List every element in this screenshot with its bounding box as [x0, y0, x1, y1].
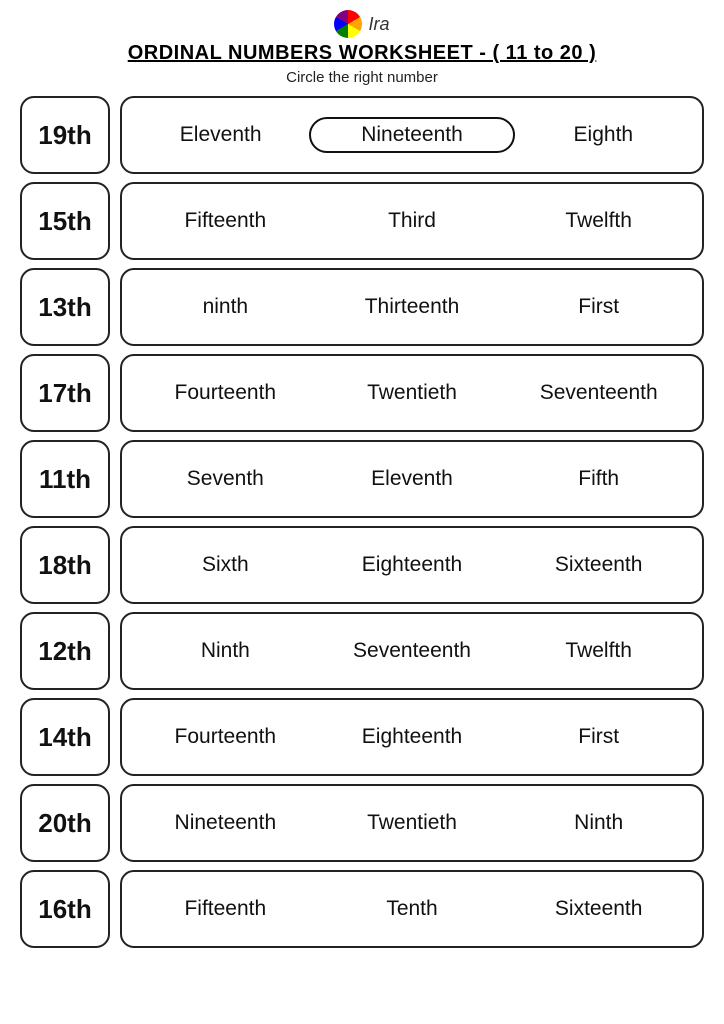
options-box: SeventhEleventhFifth	[120, 440, 704, 518]
options-box: FourteenthEighteenthFirst	[120, 698, 704, 776]
page-title: ORDINAL NUMBERS WORKSHEET - ( 11 to 20 )	[20, 42, 704, 65]
option-2[interactable]: Twelfth	[505, 209, 692, 233]
number-box: 17th	[20, 354, 110, 432]
number-box: 15th	[20, 182, 110, 260]
header: Ira ORDINAL NUMBERS WORKSHEET - ( 11 to …	[20, 10, 704, 86]
option-2[interactable]: First	[505, 295, 692, 319]
logo-area: Ira	[20, 10, 704, 38]
option-0[interactable]: Nineteenth	[132, 811, 319, 835]
option-0[interactable]: Eleventh	[132, 123, 309, 147]
number-box: 14th	[20, 698, 110, 776]
option-0[interactable]: Fourteenth	[132, 381, 319, 405]
option-2[interactable]: First	[505, 725, 692, 749]
option-1[interactable]: Thirteenth	[319, 295, 506, 319]
number-box: 12th	[20, 612, 110, 690]
options-box: SixthEighteenthSixteenth	[120, 526, 704, 604]
number-box: 19th	[20, 96, 110, 174]
option-0[interactable]: Sixth	[132, 553, 319, 577]
options-box: ninthThirteenthFirst	[120, 268, 704, 346]
worksheet-row: 20thNineteenthTwentiethNinth	[20, 784, 704, 862]
option-2[interactable]: Seventeenth	[505, 381, 692, 405]
option-1[interactable]: Twentieth	[319, 811, 506, 835]
option-2[interactable]: Twelfth	[505, 639, 692, 663]
worksheet-row: 13thninthThirteenthFirst	[20, 268, 704, 346]
worksheet: 19thEleventhNineteenthEighth15thFifteent…	[20, 96, 704, 948]
option-1[interactable]: Tenth	[319, 897, 506, 921]
option-2[interactable]: Sixteenth	[505, 553, 692, 577]
worksheet-row: 12thNinthSeventeenthTwelfth	[20, 612, 704, 690]
option-1[interactable]: Eighteenth	[319, 553, 506, 577]
worksheet-row: 15thFifteenthThirdTwelfth	[20, 182, 704, 260]
options-box: FifteenthThirdTwelfth	[120, 182, 704, 260]
number-box: 18th	[20, 526, 110, 604]
number-box: 16th	[20, 870, 110, 948]
worksheet-row: 11thSeventhEleventhFifth	[20, 440, 704, 518]
option-1[interactable]: Nineteenth	[309, 117, 514, 153]
worksheet-row: 19thEleventhNineteenthEighth	[20, 96, 704, 174]
logo-text: Ira	[368, 14, 389, 35]
options-box: FifteenthTenthSixteenth	[120, 870, 704, 948]
number-box: 13th	[20, 268, 110, 346]
worksheet-row: 17thFourteenthTwentiethSeventeenth	[20, 354, 704, 432]
worksheet-row: 14thFourteenthEighteenthFirst	[20, 698, 704, 776]
worksheet-row: 18thSixthEighteenthSixteenth	[20, 526, 704, 604]
number-box: 20th	[20, 784, 110, 862]
options-box: EleventhNineteenthEighth	[120, 96, 704, 174]
option-0[interactable]: Seventh	[132, 467, 319, 491]
option-1[interactable]: Seventeenth	[319, 639, 506, 663]
option-1[interactable]: Eighteenth	[319, 725, 506, 749]
option-0[interactable]: Ninth	[132, 639, 319, 663]
option-1[interactable]: Third	[319, 209, 506, 233]
option-1[interactable]: Twentieth	[319, 381, 506, 405]
option-2[interactable]: Sixteenth	[505, 897, 692, 921]
options-box: NineteenthTwentiethNinth	[120, 784, 704, 862]
option-2[interactable]: Eighth	[515, 123, 692, 147]
option-0[interactable]: Fifteenth	[132, 209, 319, 233]
worksheet-row: 16thFifteenthTenthSixteenth	[20, 870, 704, 948]
number-box: 11th	[20, 440, 110, 518]
options-box: NinthSeventeenthTwelfth	[120, 612, 704, 690]
option-0[interactable]: ninth	[132, 295, 319, 319]
options-box: FourteenthTwentiethSeventeenth	[120, 354, 704, 432]
logo-icon	[334, 10, 362, 38]
option-0[interactable]: Fifteenth	[132, 897, 319, 921]
option-1[interactable]: Eleventh	[319, 467, 506, 491]
option-2[interactable]: Fifth	[505, 467, 692, 491]
option-2[interactable]: Ninth	[505, 811, 692, 835]
option-0[interactable]: Fourteenth	[132, 725, 319, 749]
subtitle: Circle the right number	[20, 69, 704, 86]
